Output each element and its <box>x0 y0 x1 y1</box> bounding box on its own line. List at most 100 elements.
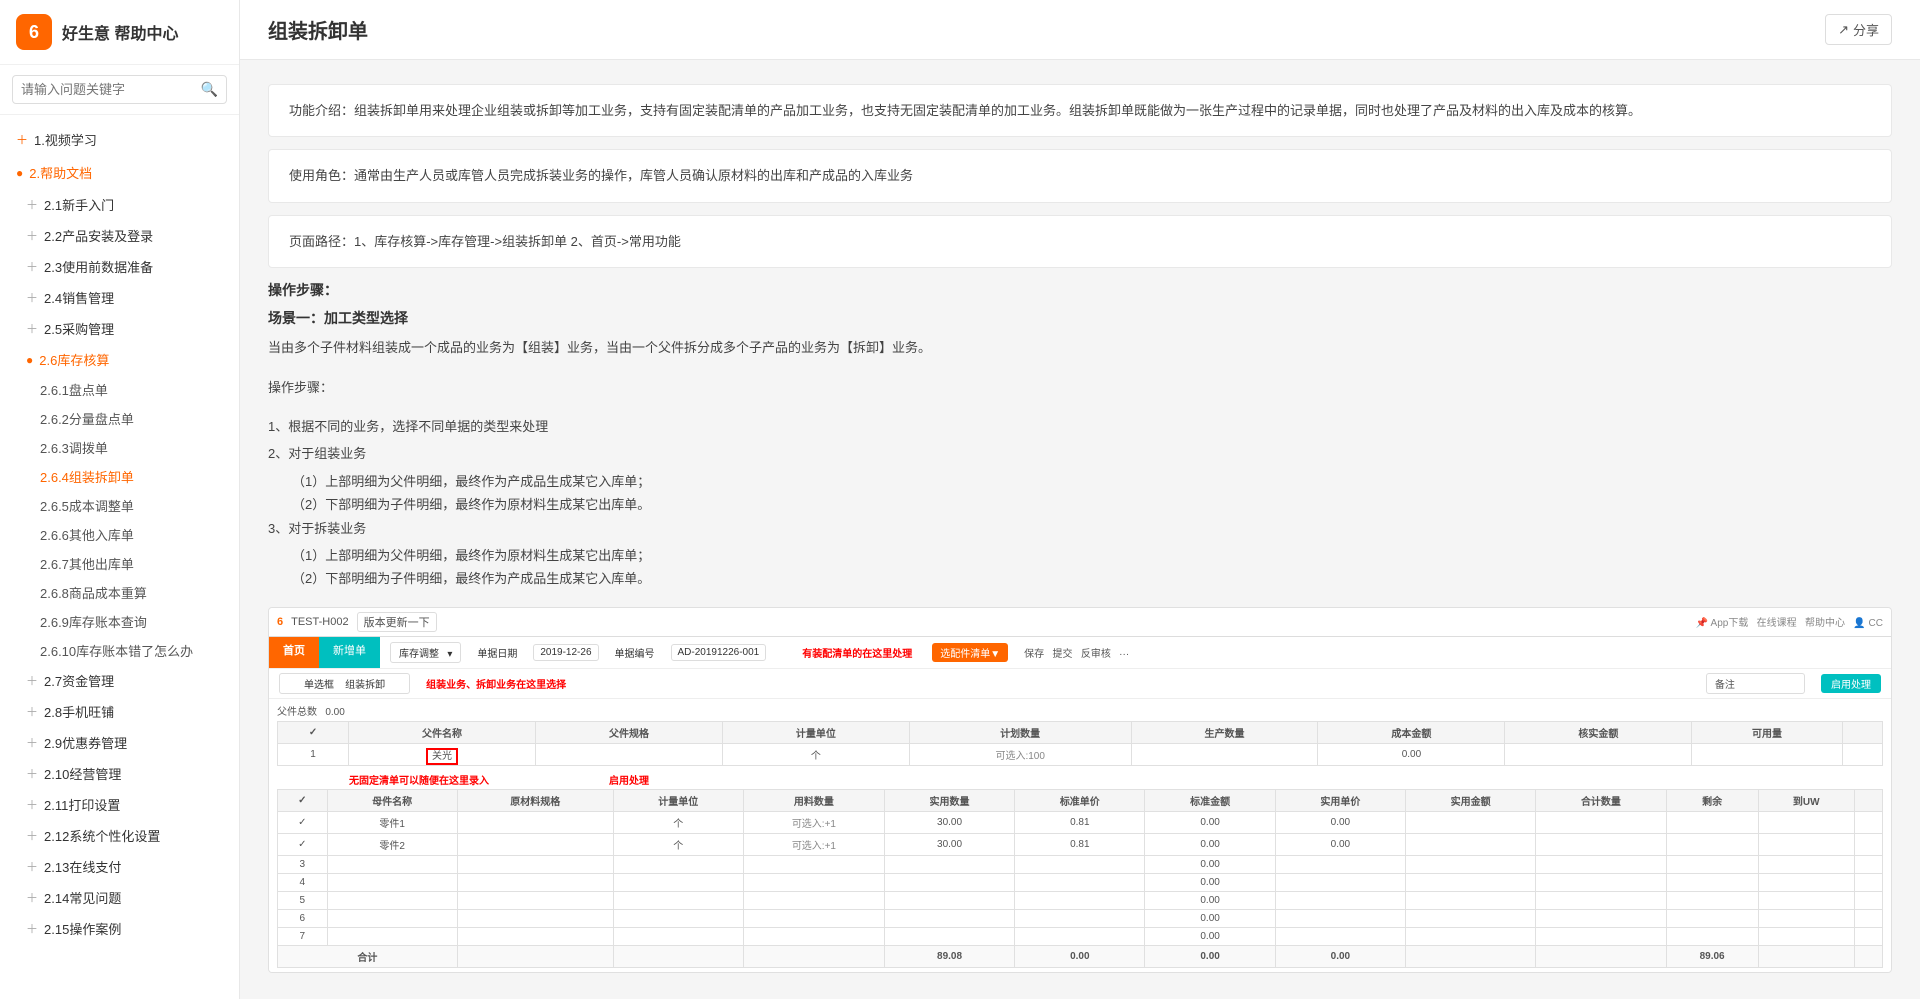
table-row: 1 关光 个 可选入:100 0.00 <box>278 743 1883 765</box>
sim-total-label: 合计 <box>278 945 458 967</box>
logo-area: 6 好生意 帮助中心 <box>0 0 239 65</box>
step3-sub1: （1）上部明细为父件明细，最终作为原材料生成某它出库单； <box>268 544 1892 567</box>
sidebar-item-print[interactable]: ＋ 2.11打印设置 <box>0 789 239 820</box>
sim-memo: 备注 <box>1706 673 1805 694</box>
sidebar-item-transfer[interactable]: 2.6.3调拨单 <box>0 433 239 462</box>
search-box: 🔍 <box>12 75 227 104</box>
sidebar-item-label: 2.10经营管理 <box>44 764 121 783</box>
sim-ltd-ra <box>1406 811 1536 833</box>
table-row: 70.00 <box>278 927 1883 945</box>
sidebar-item-cost-recalc[interactable]: 2.6.8商品成本重算 <box>0 578 239 607</box>
sidebar-item-beginner[interactable]: ＋ 2.1新手入门 <box>0 189 239 220</box>
sidebar-item-customize[interactable]: ＋ 2.12系统个性化设置 <box>0 820 239 851</box>
expand-icon: ＋ <box>26 920 38 937</box>
sim-lth-std-price: 标准单价 <box>1015 789 1145 811</box>
sim-th-plan-qty: 计划数量 <box>909 721 1131 743</box>
sidebar-item-operations[interactable]: ＋ 2.10经营管理 <box>0 758 239 789</box>
content-area: 功能介绍：组装拆卸单用来处理企业组装或拆卸等加工业务，支持有固定装配清单的产品加… <box>240 60 1920 999</box>
sim-upper-table-wrap: 父件总数 0.00 ✓ 父件名称 父件规格 计量单位 计划数量 生产数量 <box>269 699 1891 770</box>
sidebar-item-faq[interactable]: ＋ 2.14常见问题 <box>0 882 239 913</box>
sim-ltd-name: 零件1 <box>327 811 457 833</box>
expand-icon: ＋ <box>26 734 38 751</box>
sim-nav-tabs: 首页 新增单 库存调整 ▾ 单据日期 2019-12-26 单据编号 AD-20… <box>269 637 1891 669</box>
sidebar-item-assembly[interactable]: 2.6.4组装拆卸单 <box>0 462 239 491</box>
sidebar-item-coupon[interactable]: ＋ 2.9优惠券管理 <box>0 727 239 758</box>
sim-lth-real-qty: 实用数量 <box>884 789 1014 811</box>
sim-ltd-check: ✓ <box>278 811 328 833</box>
sidebar-item-label: 2.12系统个性化设置 <box>44 826 160 845</box>
nav-children-docs: ＋ 2.1新手入门 ＋ 2.2产品安装及登录 ＋ 2.3使用前数据准备 ＋ 2.… <box>0 189 239 944</box>
table-row: ✓ 零件1 个 可选入:+1 30.00 0.81 0.00 0.00 <box>278 811 1883 833</box>
sidebar-item-purchase[interactable]: ＋ 2.5采购管理 <box>0 313 239 344</box>
sim-td-avail <box>1692 743 1842 765</box>
sidebar-item-cost-adjust[interactable]: 2.6.5成本调整单 <box>0 491 239 520</box>
sidebar-item-other-out[interactable]: 2.6.7其他出库单 <box>0 549 239 578</box>
sim-td-unit: 个 <box>722 743 909 765</box>
sim-assembly-row: 单选框 组装拆卸 组装业务、拆卸业务在这里选择 备注 启用处理 <box>269 669 1891 699</box>
sidebar-item-inventory-query[interactable]: 2.6.9库存账本查询 <box>0 607 239 636</box>
logo-text: 好生意 帮助中心 <box>62 20 178 44</box>
expand-icon: ＋ <box>26 227 38 244</box>
sim-td-spec <box>536 743 723 765</box>
sidebar-item-video-learning[interactable]: ＋ 1.视频学习 <box>0 123 239 156</box>
scene1-intro: 当由多个子件材料组装成一个成品的业务为【组装】业务，当由一个父件拆分成多个子产品… <box>268 336 1892 359</box>
expand-icon: ＋ <box>26 703 38 720</box>
sidebar-item-data-prep[interactable]: ＋ 2.3使用前数据准备 <box>0 251 239 282</box>
sidebar-item-payment[interactable]: ＋ 2.13在线支付 <box>0 851 239 882</box>
sim-num-label: 单据编号 <box>615 645 655 660</box>
sidebar-item-mobile[interactable]: ＋ 2.8手机旺铺 <box>0 696 239 727</box>
sidebar-item-label: 2.帮助文档 <box>29 163 92 182</box>
step3: 3、对于拆装业务 <box>268 517 1892 540</box>
sidebar-item-sales[interactable]: ＋ 2.4销售管理 <box>0 282 239 313</box>
sim-ltd-rp: 0.00 <box>1275 811 1405 833</box>
sim-th-unit: 计量单位 <box>722 721 909 743</box>
sidebar-item-install[interactable]: ＋ 2.2产品安装及登录 <box>0 220 239 251</box>
search-icon[interactable]: 🔍 <box>201 81 218 98</box>
scene1-heading: 场景一：加工类型选择 <box>268 308 1892 328</box>
sim-parent-name-cell: 关光 <box>426 748 458 765</box>
sim-th-avail: 可用量 <box>1692 721 1842 743</box>
sidebar-item-label: 2.1新手入门 <box>44 195 114 214</box>
search-input[interactable] <box>21 82 201 97</box>
sidebar-item-partial-check[interactable]: 2.6.2分量盘点单 <box>0 404 239 433</box>
sidebar-item-inventory-fix[interactable]: 2.6.10库存账本错了怎么办 <box>0 636 239 665</box>
sim-th-verify: 核实金额 <box>1505 721 1692 743</box>
collapse-icon: ● <box>16 166 23 180</box>
table-row: 50.00 <box>278 891 1883 909</box>
nav-tree: ＋ 1.视频学习 ● 2.帮助文档 ＋ 2.1新手入门 ＋ 2.2产品安装及登录 <box>0 115 239 999</box>
sim-form-row: 库存调整 ▾ 单据日期 2019-12-26 单据编号 AD-20191226-… <box>380 637 1891 668</box>
sim-annotation4: 无固定清单可以随便在这里录入 <box>349 772 489 787</box>
nav-grandchildren-inventory: 2.6.1盘点单 2.6.2分量盘点单 2.6.3调拨单 2.6.4组装拆卸单 … <box>0 375 239 665</box>
sidebar-item-cases[interactable]: ＋ 2.15操作案例 <box>0 913 239 944</box>
expand-icon: ＋ <box>26 258 38 275</box>
expand-icon: ＋ <box>16 131 28 148</box>
sidebar-item-label: 2.9优惠券管理 <box>44 733 127 752</box>
sidebar-item-finance[interactable]: ＋ 2.7资金管理 <box>0 665 239 696</box>
sidebar-item-stock-check[interactable]: 2.6.1盘点单 <box>0 375 239 404</box>
sidebar-item-label: 2.5采购管理 <box>44 319 114 338</box>
expand-icon: ＋ <box>26 796 38 813</box>
sidebar-item-help-docs[interactable]: ● 2.帮助文档 <box>0 156 239 189</box>
sim-num-value: AD-20191226-001 <box>671 644 767 661</box>
sim-ltd-use2: 可选入:+1 <box>743 833 884 855</box>
sidebar-item-inventory[interactable]: ● 2.6库存核算 <box>0 344 239 375</box>
sim-totals-row: 合计 89.08 0.00 0.00 0.00 89.06 <box>278 945 1883 967</box>
sidebar-item-label: 2.14常见问题 <box>44 888 121 907</box>
sim-annotation1: 有装配清单的在这里处理 <box>802 645 912 660</box>
sidebar-item-other-in[interactable]: 2.6.6其他入库单 <box>0 520 239 549</box>
path-text: 页面路径：1、库存核算->库存管理->组装拆卸单 2、首页->常用功能 <box>289 234 681 249</box>
sim-extra-btns: 保存 提交 反审核 ··· <box>1024 645 1129 660</box>
table-row: ✓ 零件2 个 可选入:+1 30.00 0.81 0.00 0.00 <box>278 833 1883 855</box>
sim-screenshot: 6 TEST-H002 版本更新一下 📌 App下载 在线课程 帮助中心 👤 C… <box>269 608 1891 972</box>
sim-th-prod-qty: 生产数量 <box>1131 721 1318 743</box>
sim-td-name: 关光 <box>349 743 536 765</box>
sim-version-btn: 版本更新一下 <box>357 612 437 632</box>
sim-date-value: 2019-12-26 <box>533 644 598 661</box>
sim-ltd-check2: ✓ <box>278 833 328 855</box>
sim-ltd-sp2: 0.81 <box>1015 833 1145 855</box>
share-button[interactable]: ↗ 分享 <box>1825 14 1892 45</box>
sim-ltd-sp: 0.81 <box>1015 811 1145 833</box>
sim-th-ops <box>1842 721 1882 743</box>
expand-icon: ＋ <box>26 320 38 337</box>
sim-lower-table: ✓ 母件名称 原材料规格 计量单位 用料数量 实用数量 标准单价 标准金额 实用… <box>277 789 1883 968</box>
